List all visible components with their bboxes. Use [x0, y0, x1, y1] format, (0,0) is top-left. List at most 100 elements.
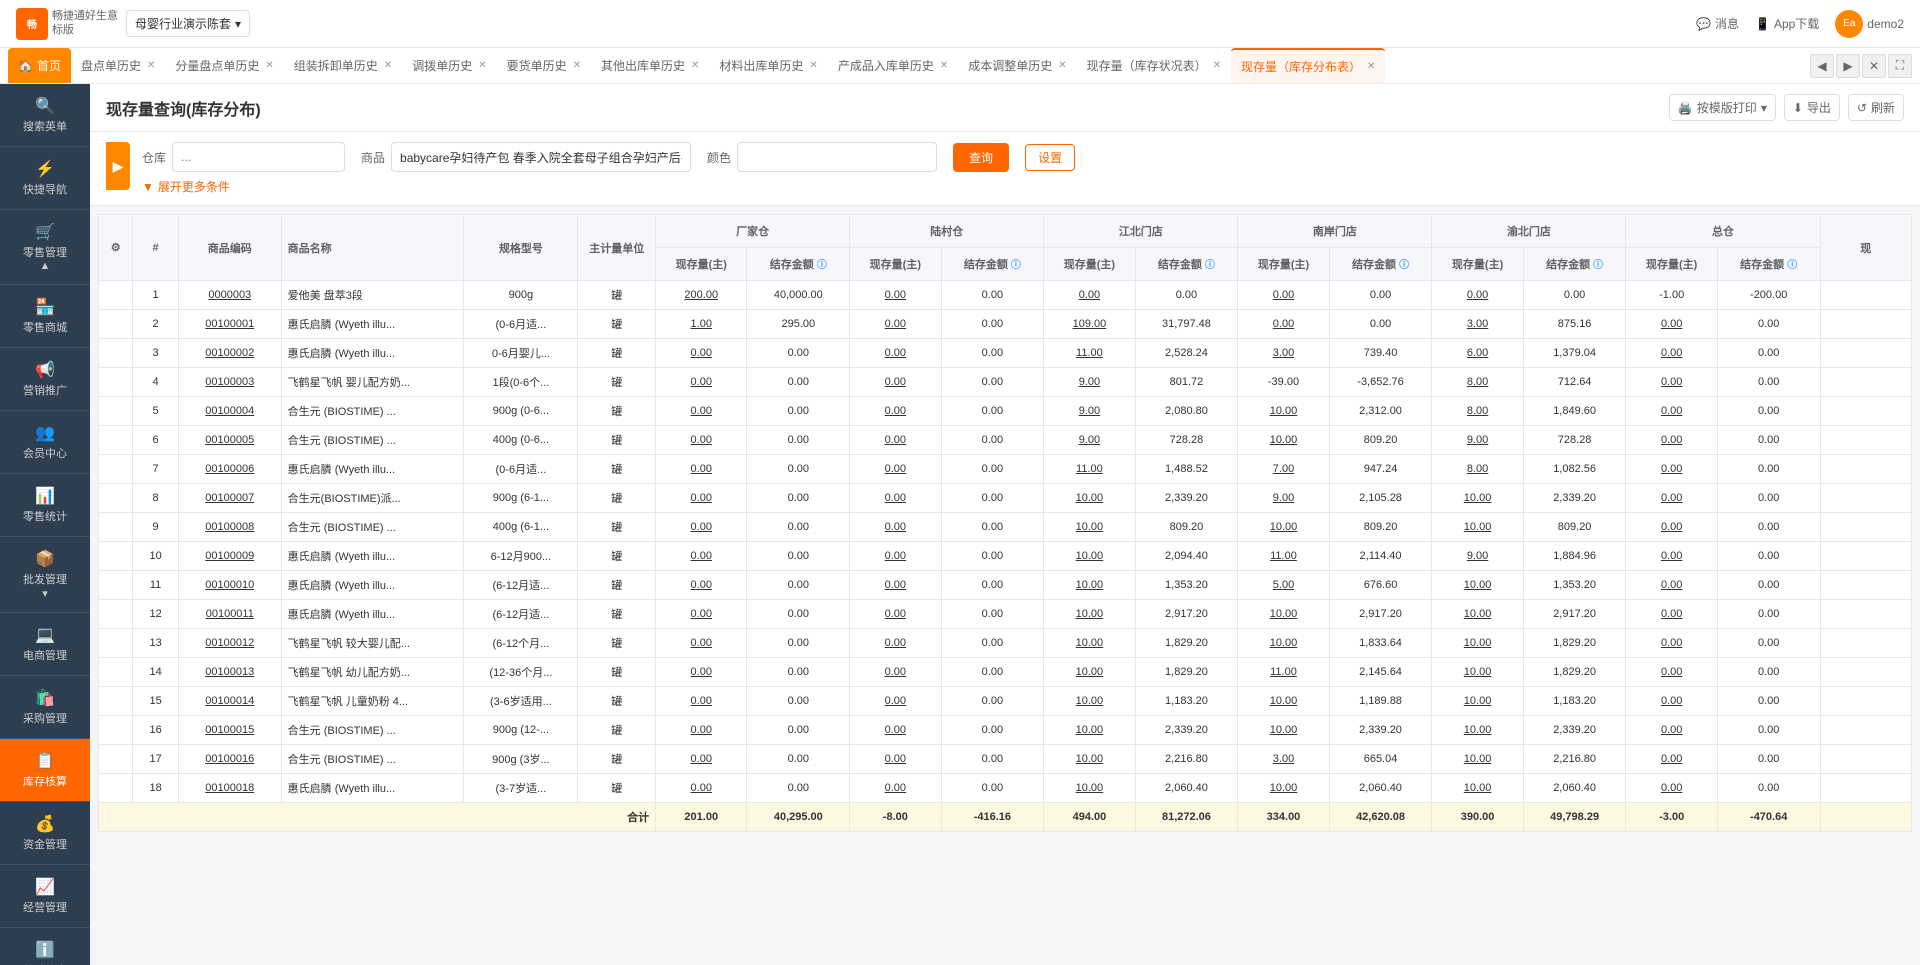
- row-f-stock[interactable]: 0.00: [656, 455, 747, 484]
- sidebar-item-business[interactable]: 📈 经营管理: [0, 865, 90, 928]
- row-yb-stock[interactable]: 9.00: [1432, 542, 1523, 571]
- row-f-stock[interactable]: 0.00: [656, 774, 747, 803]
- sidebar-item-basic-info[interactable]: ℹ️ 基础信息: [0, 928, 90, 965]
- row-na-stock[interactable]: 5.00: [1238, 571, 1329, 600]
- row-l-stock[interactable]: 0.00: [850, 455, 941, 484]
- row-na-stock[interactable]: 11.00: [1238, 658, 1329, 687]
- row-code[interactable]: 00100011: [178, 600, 281, 629]
- row-l-stock[interactable]: 0.00: [850, 716, 941, 745]
- tab-material-outbound[interactable]: 材料出库单历史 ✕: [709, 48, 827, 84]
- tab-other-outbound[interactable]: 其他出库单历史 ✕: [591, 48, 709, 84]
- tab-inventory-count-history[interactable]: 盘点单历史 ✕: [71, 48, 165, 84]
- row-jb-stock[interactable]: 11.00: [1044, 455, 1135, 484]
- row-jb-stock[interactable]: 9.00: [1044, 426, 1135, 455]
- row-f-stock[interactable]: 0.00: [656, 513, 747, 542]
- close-icon[interactable]: ✕: [1367, 53, 1375, 81]
- row-code[interactable]: 00100003: [178, 368, 281, 397]
- row-na-stock[interactable]: 10.00: [1238, 397, 1329, 426]
- row-yb-stock[interactable]: 10.00: [1432, 658, 1523, 687]
- row-yb-stock[interactable]: 10.00: [1432, 629, 1523, 658]
- print-btn[interactable]: 🖨️ 按模版打印 ▾: [1669, 94, 1776, 121]
- row-f-stock[interactable]: 0.00: [656, 484, 747, 513]
- row-code[interactable]: 00100015: [178, 716, 281, 745]
- sidebar-item-marketing[interactable]: 📢 营销推广: [0, 348, 90, 411]
- row-code[interactable]: 00100010: [178, 571, 281, 600]
- sidebar-item-quicknav[interactable]: ⚡ 快捷导航: [0, 147, 90, 210]
- row-f-stock[interactable]: 0.00: [656, 542, 747, 571]
- row-f-stock[interactable]: 0.00: [656, 600, 747, 629]
- row-l-stock[interactable]: 0.00: [850, 542, 941, 571]
- row-f-stock[interactable]: 0.00: [656, 368, 747, 397]
- row-total-stock[interactable]: 0.00: [1626, 571, 1717, 600]
- close-icon[interactable]: ✕: [1213, 52, 1221, 80]
- nav-expand-btn[interactable]: ⛶: [1888, 54, 1912, 78]
- row-l-stock[interactable]: 0.00: [850, 774, 941, 803]
- row-jb-stock[interactable]: 10.00: [1044, 571, 1135, 600]
- row-total-stock[interactable]: 0.00: [1626, 542, 1717, 571]
- row-na-stock[interactable]: 10.00: [1238, 629, 1329, 658]
- sidebar-item-purchase[interactable]: 🛍️ 采购管理: [0, 676, 90, 739]
- row-total-stock[interactable]: 0.00: [1626, 687, 1717, 716]
- row-yb-stock[interactable]: 10.00: [1432, 513, 1523, 542]
- tab-cost-adjustment[interactable]: 成本调整单历史 ✕: [958, 48, 1076, 84]
- filter-toggle-btn[interactable]: ▶: [106, 142, 130, 190]
- tab-assembly-history[interactable]: 组装拆卸单历史 ✕: [284, 48, 402, 84]
- row-na-stock[interactable]: 11.00: [1238, 542, 1329, 571]
- row-total-stock[interactable]: 0.00: [1626, 745, 1717, 774]
- row-total-stock[interactable]: 0.00: [1626, 484, 1717, 513]
- export-btn[interactable]: ⬇ 导出: [1784, 94, 1840, 121]
- row-f-stock[interactable]: 0.00: [656, 571, 747, 600]
- row-yb-stock[interactable]: 10.00: [1432, 774, 1523, 803]
- row-code[interactable]: 00100004: [178, 397, 281, 426]
- tab-transfer-history[interactable]: 调拨单历史 ✕: [402, 48, 496, 84]
- row-code[interactable]: 00100018: [178, 774, 281, 803]
- row-total-stock[interactable]: 0.00: [1626, 600, 1717, 629]
- row-l-stock[interactable]: 0.00: [850, 571, 941, 600]
- nav-next-btn[interactable]: ▶: [1836, 54, 1860, 78]
- row-jb-stock[interactable]: 10.00: [1044, 484, 1135, 513]
- row-yb-stock[interactable]: 10.00: [1432, 745, 1523, 774]
- color-input[interactable]: [737, 142, 937, 172]
- row-total-stock[interactable]: 0.00: [1626, 310, 1717, 339]
- row-l-stock[interactable]: 0.00: [850, 484, 941, 513]
- sidebar-item-members[interactable]: 👥 会员中心: [0, 411, 90, 474]
- row-yb-stock[interactable]: 10.00: [1432, 571, 1523, 600]
- expand-conditions[interactable]: ▼ 展开更多条件: [142, 178, 1904, 195]
- row-total-stock[interactable]: 0.00: [1626, 368, 1717, 397]
- row-jb-stock[interactable]: 10.00: [1044, 774, 1135, 803]
- row-jb-stock[interactable]: 10.00: [1044, 716, 1135, 745]
- row-jb-stock[interactable]: 10.00: [1044, 745, 1135, 774]
- close-icon[interactable]: ✕: [573, 52, 581, 80]
- row-yb-stock[interactable]: 8.00: [1432, 397, 1523, 426]
- row-na-stock[interactable]: 3.00: [1238, 745, 1329, 774]
- row-na-stock[interactable]: 3.00: [1238, 339, 1329, 368]
- row-jb-stock[interactable]: 10.00: [1044, 600, 1135, 629]
- row-jb-stock[interactable]: 9.00: [1044, 397, 1135, 426]
- row-jb-stock[interactable]: 10.00: [1044, 542, 1135, 571]
- row-code[interactable]: 00100002: [178, 339, 281, 368]
- row-total-stock[interactable]: 0.00: [1626, 629, 1717, 658]
- tab-stock-status[interactable]: 现存量（库存状况表） ✕: [1077, 48, 1231, 84]
- th-settings[interactable]: ⚙: [99, 215, 133, 281]
- row-jb-stock[interactable]: 10.00: [1044, 513, 1135, 542]
- row-l-stock[interactable]: 0.00: [850, 513, 941, 542]
- tab-finished-inbound[interactable]: 产成品入库单历史 ✕: [828, 48, 958, 84]
- sidebar-item-inventory[interactable]: 📋 库存核算: [0, 739, 90, 802]
- row-l-stock[interactable]: 0.00: [850, 426, 941, 455]
- row-jb-stock[interactable]: 10.00: [1044, 687, 1135, 716]
- row-na-stock[interactable]: 0.00: [1238, 310, 1329, 339]
- row-na-stock[interactable]: 10.00: [1238, 716, 1329, 745]
- row-f-stock[interactable]: 200.00: [656, 281, 747, 310]
- close-icon[interactable]: ✕: [809, 52, 817, 80]
- close-icon[interactable]: ✕: [147, 52, 155, 80]
- nav-close-all-btn[interactable]: ✕: [1862, 54, 1886, 78]
- sidebar-item-search[interactable]: 🔍 搜索英单: [0, 84, 90, 147]
- tab-split-count-history[interactable]: 分量盘点单历史 ✕: [165, 48, 283, 84]
- row-l-stock[interactable]: 0.00: [850, 339, 941, 368]
- row-l-stock[interactable]: 0.00: [850, 745, 941, 774]
- row-na-stock[interactable]: 10.00: [1238, 687, 1329, 716]
- close-icon[interactable]: ✕: [940, 52, 948, 80]
- setting-btn[interactable]: 设置: [1025, 144, 1075, 171]
- close-icon[interactable]: ✕: [1058, 52, 1066, 80]
- row-na-stock[interactable]: 9.00: [1238, 484, 1329, 513]
